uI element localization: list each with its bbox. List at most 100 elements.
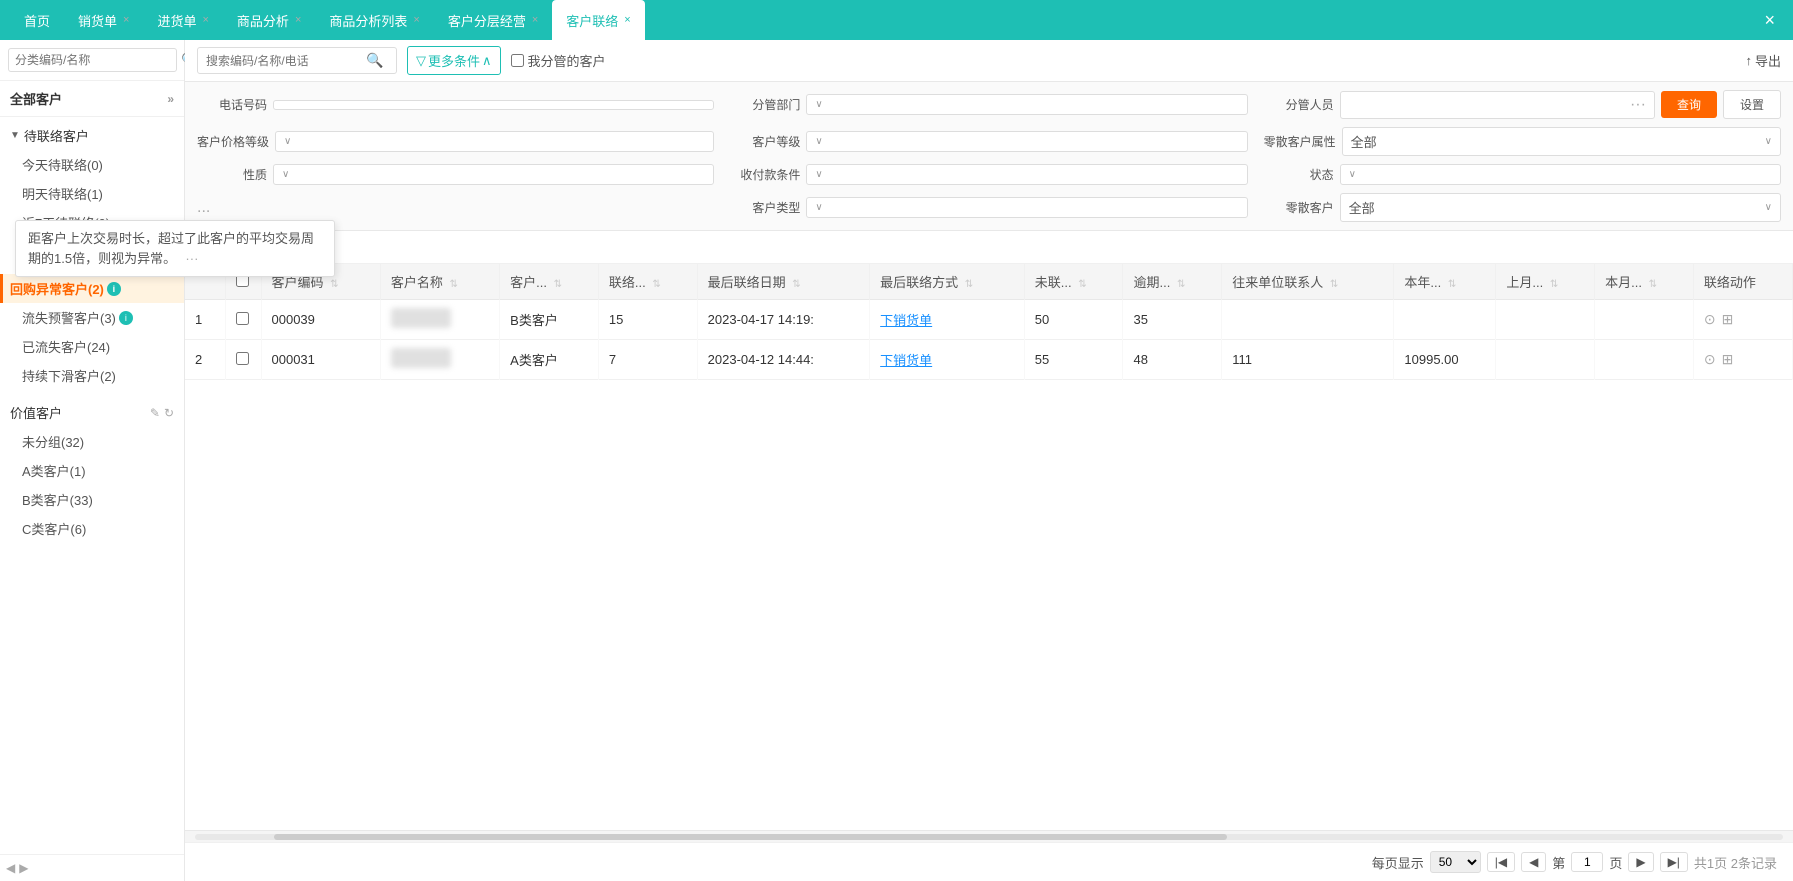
- export-icon: ↑: [1745, 53, 1752, 68]
- sidebar-all-customers-header: 全部客户 »: [0, 81, 184, 117]
- sidebar-prev-icon[interactable]: ◀: [6, 861, 15, 875]
- sidebar-item-tomorrow[interactable]: 明天待联络(1): [0, 179, 184, 208]
- my-customers-checkbox-label[interactable]: 我分管的客户: [511, 51, 606, 70]
- my-customers-checkbox[interactable]: [511, 54, 524, 67]
- row1-contacts: 15: [598, 300, 697, 340]
- sidebar-search-area: 🔍: [0, 40, 184, 81]
- churn-warning-info-icon[interactable]: i: [119, 311, 133, 325]
- gender-input[interactable]: ∨: [273, 164, 714, 185]
- sidebar-abnormal-title[interactable]: 回购异常客户(2) i: [0, 274, 184, 303]
- filter-search-icon[interactable]: 🔍: [366, 52, 383, 69]
- row1-select-checkbox[interactable]: [236, 312, 249, 325]
- sidebar-item-a-class[interactable]: A类客户(1): [0, 456, 184, 485]
- window-close-button[interactable]: ×: [1756, 10, 1783, 31]
- close-product-list-icon[interactable]: ×: [413, 14, 419, 26]
- nav-customer-contact[interactable]: 客户联络 ×: [552, 0, 644, 40]
- extra-filter-dots[interactable]: ...: [197, 199, 210, 217]
- col-class[interactable]: 客户... ⇅: [500, 264, 599, 300]
- tooltip-dots[interactable]: ···: [185, 251, 198, 266]
- nav-sales[interactable]: 销货单 ×: [64, 0, 143, 40]
- sidebar-item-churn-warning[interactable]: 流失预警客户(3) i: [0, 303, 184, 332]
- last-page-button[interactable]: ▶|: [1660, 852, 1688, 872]
- row2-more-icon[interactable]: ⊞: [1722, 351, 1734, 368]
- customer-type-input[interactable]: ∨: [806, 197, 1247, 218]
- filter-search-input[interactable]: [206, 54, 366, 68]
- refresh-icon[interactable]: ↻: [164, 406, 174, 420]
- phone-input[interactable]: [273, 100, 714, 110]
- edit-icon[interactable]: ✎: [150, 406, 160, 420]
- row2-method-link[interactable]: 下销货单: [880, 353, 932, 368]
- col-unit-contacts[interactable]: 往来单位联系人 ⇅: [1222, 264, 1394, 300]
- horizontal-scrollbar[interactable]: [185, 830, 1793, 842]
- manager-input[interactable]: ···: [1340, 91, 1655, 119]
- sidebar-item-ungroup[interactable]: 未分组(32): [0, 427, 184, 456]
- sidebar-waiting-title[interactable]: ▼ 待联络客户: [0, 121, 184, 150]
- customer-level-input[interactable]: ∨: [806, 131, 1247, 152]
- sidebar-item-churned[interactable]: 已流失客户(24): [0, 332, 184, 361]
- sidebar-item-today[interactable]: 今天待联络(0): [0, 150, 184, 179]
- retail-attr-input[interactable]: 全部 ∨: [1342, 127, 1781, 156]
- row2-select-checkbox[interactable]: [236, 352, 249, 365]
- next-page-button[interactable]: ▶: [1628, 852, 1653, 872]
- row2-contact-icon[interactable]: ⊙: [1704, 351, 1716, 368]
- filter-row-status: 状态 ∨: [1264, 164, 1781, 185]
- sidebar-item-c-class[interactable]: C类客户(6): [0, 514, 184, 543]
- filter-more-button[interactable]: ▽ 更多条件 ∧: [407, 46, 501, 75]
- filter-row-manager: 分管人员 ··· 查询 设置: [1264, 90, 1781, 119]
- query-button[interactable]: 查询: [1661, 91, 1717, 118]
- scroll-thumb[interactable]: [274, 834, 1227, 840]
- page-number-input[interactable]: [1571, 852, 1603, 872]
- nav-home[interactable]: 首页: [10, 0, 64, 40]
- sidebar-item-declining[interactable]: 持续下滑客户(2): [0, 361, 184, 390]
- row1-overdue: 35: [1123, 300, 1222, 340]
- row1-method-link[interactable]: 下销货单: [880, 313, 932, 328]
- row1-checkbox: [225, 300, 261, 340]
- prev-page-button[interactable]: ◀: [1521, 852, 1546, 872]
- arrow-down-icon: ▼: [10, 130, 20, 141]
- price-level-input[interactable]: ∨: [275, 131, 714, 152]
- retail-customer-input[interactable]: 全部 ∨: [1340, 193, 1781, 222]
- col-contacts[interactable]: 联络... ⇅: [598, 264, 697, 300]
- export-button[interactable]: ↑ 导出: [1745, 51, 1781, 70]
- col-this-year[interactable]: 本年... ⇅: [1394, 264, 1496, 300]
- nav-customer-layer[interactable]: 客户分层经营 ×: [434, 0, 552, 40]
- sidebar-value-title[interactable]: 价值客户 ✎ ↻: [0, 398, 184, 427]
- filter-row-gender: 性质 ∨: [197, 164, 714, 185]
- nav-purchase[interactable]: 进货单 ×: [143, 0, 222, 40]
- row1-no-contact: 50: [1024, 300, 1123, 340]
- nav-product-analysis[interactable]: 商品分析 ×: [223, 0, 315, 40]
- row1-contact-icon[interactable]: ⊙: [1704, 311, 1716, 328]
- row1-index: 1: [185, 300, 225, 340]
- close-product-analysis-icon[interactable]: ×: [295, 14, 301, 26]
- col-last-method[interactable]: 最后联络方式 ⇅: [870, 264, 1025, 300]
- dept-input[interactable]: ∨: [806, 94, 1247, 115]
- page-size-select[interactable]: 50 20 100: [1430, 851, 1481, 873]
- close-customer-contact-icon[interactable]: ×: [624, 14, 630, 26]
- close-customer-layer-icon[interactable]: ×: [532, 14, 538, 26]
- row2-contacts: 7: [598, 340, 697, 380]
- col-name[interactable]: 客户名称 ⇅: [380, 264, 499, 300]
- row2-overdue: 48: [1123, 340, 1222, 380]
- payment-input[interactable]: ∨: [806, 164, 1247, 185]
- filter-row-phone: 电话号码: [197, 90, 714, 119]
- sidebar-next-icon[interactable]: ▶: [19, 861, 28, 875]
- sidebar-item-b-class[interactable]: B类客户(33): [0, 485, 184, 514]
- sidebar-search-input[interactable]: [8, 48, 177, 72]
- filter-icon: ▽: [416, 53, 426, 69]
- first-page-button[interactable]: |◀: [1487, 852, 1515, 872]
- nav-product-list[interactable]: 商品分析列表 ×: [315, 0, 433, 40]
- col-last-month[interactable]: 上月... ⇅: [1496, 264, 1595, 300]
- col-this-month[interactable]: 本月... ⇅: [1595, 264, 1694, 300]
- abnormal-info-icon[interactable]: i: [107, 282, 121, 296]
- status-input[interactable]: ∨: [1340, 164, 1781, 185]
- col-no-contact[interactable]: 未联... ⇅: [1024, 264, 1123, 300]
- setting-button[interactable]: 设置: [1723, 90, 1781, 119]
- chevron-up-icon: ∧: [482, 53, 492, 69]
- manager-dots-icon[interactable]: ···: [1630, 96, 1646, 114]
- col-overdue[interactable]: 逾期... ⇅: [1123, 264, 1222, 300]
- close-sales-icon[interactable]: ×: [123, 14, 129, 26]
- sidebar-collapse-icon[interactable]: »: [167, 92, 174, 106]
- close-purchase-icon[interactable]: ×: [202, 14, 208, 26]
- row1-more-icon[interactable]: ⊞: [1722, 311, 1734, 328]
- col-last-date[interactable]: 最后联络日期 ⇅: [697, 264, 870, 300]
